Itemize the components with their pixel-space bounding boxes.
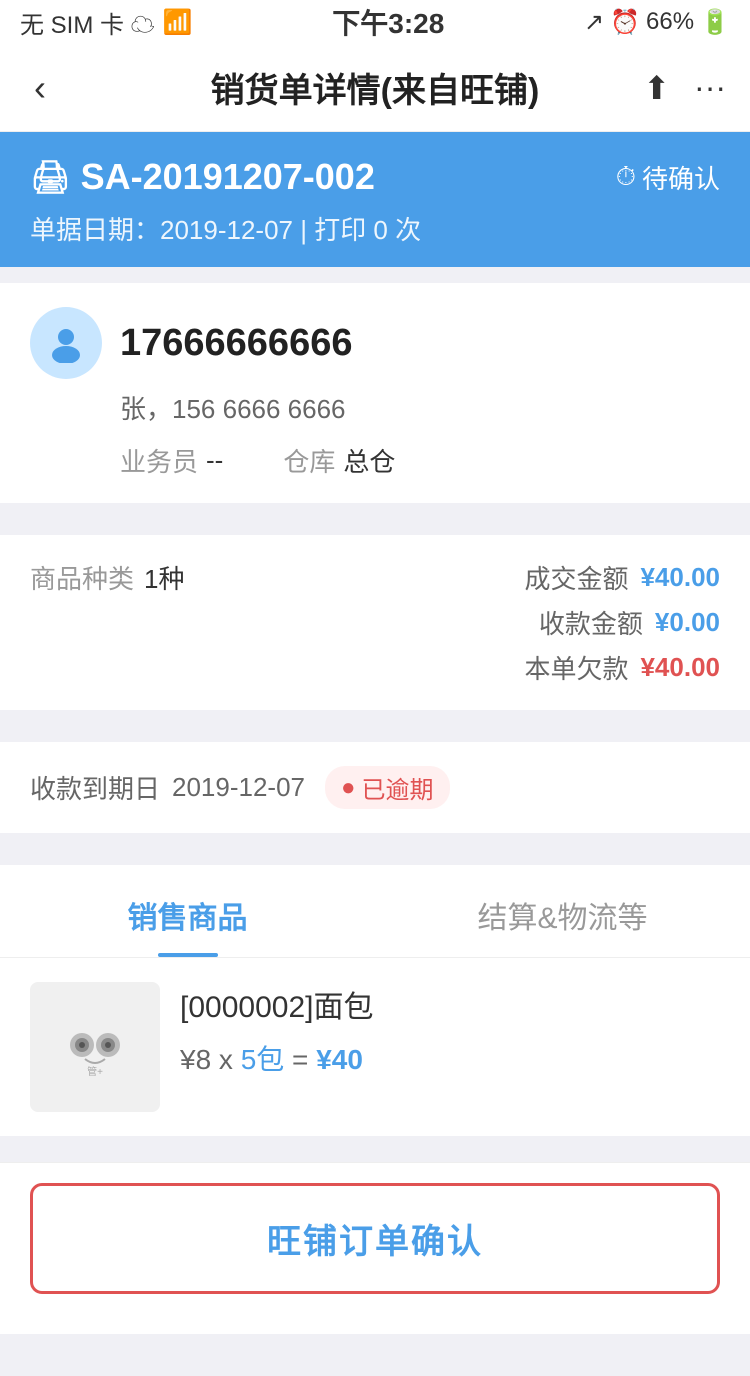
product-equals: =	[284, 1044, 316, 1075]
location-icon: ↗	[584, 8, 604, 37]
tabs-container: 销售商品 结算&物流等	[0, 865, 750, 958]
tab-products-label: 销售商品	[128, 902, 248, 935]
page-title: 销货单详情(来自旺铺)	[211, 63, 540, 112]
product-name: [0000002]面包	[180, 982, 373, 1026]
customer-avatar	[30, 307, 102, 379]
customer-info-row: 业务员 -- 仓库 总仓	[120, 442, 720, 479]
summary-left: 商品种类 1种	[30, 559, 184, 596]
order-meta: 单据日期：2019-12-07 | 打印 0 次	[30, 210, 720, 247]
amount-value: ¥40.00	[640, 562, 720, 593]
confirm-button[interactable]: 旺铺订单确认	[30, 1183, 720, 1294]
order-header-top: 🖨 SA-20191207-002 ⏱ 待确认	[30, 156, 720, 198]
type-count: 1种	[144, 559, 184, 596]
type-label: 商品种类	[30, 559, 134, 596]
received-label: 收款金额	[539, 604, 643, 641]
svg-text:管+: 管+	[87, 1065, 103, 1077]
nav-bar: ‹ 销货单详情(来自旺铺) ⬆ ···	[0, 44, 750, 132]
amount-label: 成交金额	[524, 559, 628, 596]
more-icon[interactable]: ···	[694, 69, 726, 106]
order-status: ⏱ 待确认	[616, 159, 720, 196]
order-header: 🖨 SA-20191207-002 ⏱ 待确认 单据日期：2019-12-07 …	[0, 132, 750, 267]
order-icon: 🖨	[30, 158, 71, 196]
clock-icon: ⏱	[616, 161, 636, 193]
owed-label: 本单欠款	[524, 649, 628, 686]
received-item: 收款金额 ¥0.00	[539, 604, 720, 641]
owed-item: 本单欠款 ¥40.00	[524, 649, 720, 686]
amount-item: 成交金额 ¥40.00	[524, 559, 720, 596]
share-icon[interactable]: ⬆	[643, 69, 670, 107]
due-date-card: 收款到期日 2019-12-07 ● 已逾期	[0, 742, 750, 833]
nav-actions: ⬆ ···	[643, 69, 726, 107]
wifi-icon: 📶	[163, 8, 193, 37]
overdue-badge: ● 已逾期	[325, 766, 450, 809]
status-left: 无 SIM 卡 ☁ 📶	[20, 5, 193, 40]
customer-phone: 17666666666	[120, 322, 352, 365]
due-date-value: 2019-12-07	[172, 772, 305, 803]
tab-settlement[interactable]: 结算&物流等	[375, 865, 750, 957]
warehouse-label: 仓库	[283, 442, 335, 479]
battery-icon: 🔋	[700, 8, 730, 37]
summary-card: 商品种类 1种 成交金额 ¥40.00 收款金额 ¥0.00 本单欠款 ¥40.…	[0, 535, 750, 710]
overdue-text: 已逾期	[362, 770, 434, 805]
product-price: ¥8 x 5包 = ¥40	[180, 1038, 373, 1078]
customer-top: 17666666666	[30, 307, 720, 379]
warehouse-value: 总仓	[343, 442, 395, 479]
status-bar: 无 SIM 卡 ☁ 📶 下午3:28 ↗ ⏰ 66% 🔋	[0, 0, 750, 44]
salesperson-item: 业务员 --	[120, 442, 223, 479]
footer: 旺铺订单确认	[0, 1162, 750, 1334]
battery-level: 66%	[646, 8, 694, 36]
sim-status: 无 SIM 卡 ☁	[20, 5, 155, 40]
tab-products[interactable]: 销售商品	[0, 865, 375, 957]
order-id-text: SA-20191207-002	[81, 156, 375, 198]
product-unit-price: ¥8 x	[180, 1044, 241, 1075]
status-text: 待确认	[642, 159, 720, 196]
status-right: ↗ ⏰ 66% 🔋	[584, 8, 730, 37]
product-card: 管+ [0000002]面包 ¥8 x 5包 = ¥40	[0, 958, 750, 1136]
product-info: [0000002]面包 ¥8 x 5包 = ¥40	[180, 982, 373, 1078]
salesperson-value: --	[206, 445, 223, 476]
customer-card: 17666666666 张，156 6666 6666 业务员 -- 仓库 总仓	[0, 283, 750, 503]
due-date-label: 收款到期日	[30, 769, 160, 806]
alarm-icon: ⏰	[610, 8, 640, 37]
tab-settlement-label: 结算&物流等	[477, 902, 647, 935]
warehouse-item: 仓库 总仓	[283, 442, 395, 479]
summary-row: 商品种类 1种 成交金额 ¥40.00 收款金额 ¥0.00 本单欠款 ¥40.…	[30, 559, 720, 686]
received-value: ¥0.00	[655, 607, 720, 638]
order-id: 🖨 SA-20191207-002	[30, 156, 375, 198]
salesperson-label: 业务员	[120, 442, 198, 479]
product-thumbnail: 管+	[30, 982, 160, 1112]
owed-value: ¥40.00	[640, 652, 720, 683]
customer-name: 张，156 6666 6666	[120, 389, 720, 426]
back-button[interactable]: ‹	[24, 57, 56, 119]
product-total: ¥40	[316, 1044, 363, 1075]
summary-right: 成交金额 ¥40.00 收款金额 ¥0.00 本单欠款 ¥40.00	[524, 559, 720, 686]
status-time: 下午3:28	[332, 2, 444, 42]
product-qty: 5包	[241, 1044, 285, 1075]
warning-icon: ●	[341, 774, 356, 802]
